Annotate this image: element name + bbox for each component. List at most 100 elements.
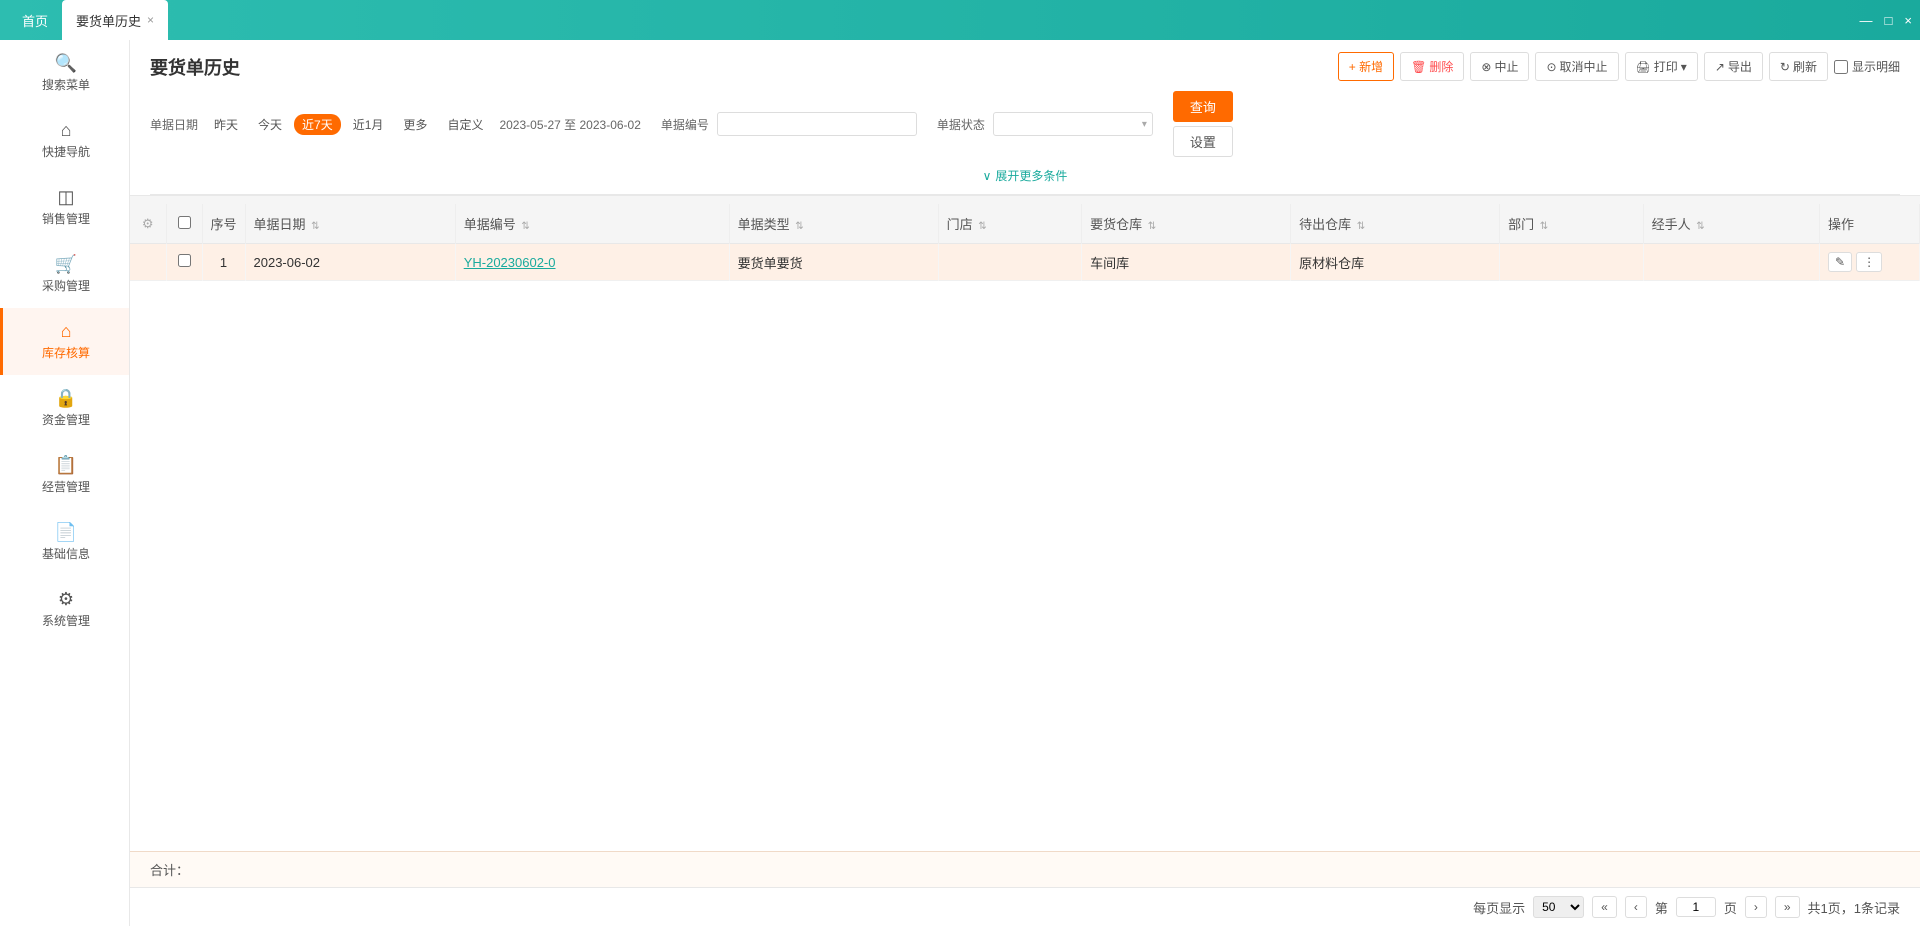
td-department	[1500, 244, 1644, 281]
doc-number-input[interactable]	[717, 112, 917, 136]
date-option-1month[interactable]: 近1月	[345, 114, 392, 135]
export-button[interactable]: ↗ 导出	[1704, 52, 1763, 81]
table-header-row: ⚙ 序号 单据日期 ⇅ 单据编号	[130, 204, 1920, 244]
sidebar-item-label: 基础信息	[42, 545, 90, 562]
tab-close-btn[interactable]: ×	[147, 13, 154, 27]
th-req-warehouse[interactable]: 要货仓库 ⇅	[1082, 204, 1291, 244]
sidebar-item-label: 经营管理	[42, 478, 90, 495]
th-department[interactable]: 部门 ⇅	[1500, 204, 1644, 244]
sidebar-item-system[interactable]: ⚙ 系统管理	[0, 576, 129, 643]
file-icon: 📄	[55, 523, 77, 541]
close-btn[interactable]: ×	[1904, 13, 1912, 28]
th-num: 序号	[202, 204, 245, 244]
chevron-down-icon: ∨	[983, 169, 992, 183]
per-page-select[interactable]: 20 50 100	[1533, 896, 1584, 918]
window-controls: — □ ×	[1860, 13, 1912, 28]
table-row: 1 2023-06-02 YH-20230602-0 要货单要货 车间库 原材料…	[130, 244, 1920, 281]
first-page-btn[interactable]: «	[1592, 896, 1617, 918]
last-page-btn[interactable]: »	[1775, 896, 1800, 918]
sidebar-item-label: 系统管理	[42, 612, 90, 629]
per-page-label: 每页显示	[1473, 898, 1525, 917]
lock-icon: 🔒	[55, 389, 77, 407]
sidebar-item-sales[interactable]: ◫ 销售管理	[0, 174, 129, 241]
cancel-stop-button[interactable]: ⊙ 取消中止	[1535, 52, 1618, 81]
sort-handler-icon: ⇅	[1696, 221, 1704, 232]
row-edit-btn[interactable]: ✎	[1828, 252, 1852, 272]
pagination-summary: 共1页，1条记录	[1808, 898, 1900, 917]
page-header: 要货单历史 + 新增 🗑 删除 ⊗ 中止 ⊙ 取消中止	[130, 40, 1920, 196]
minimize-btn[interactable]: —	[1860, 13, 1873, 28]
next-page-btn[interactable]: ›	[1745, 896, 1767, 918]
doc-status-select[interactable]	[993, 112, 1153, 136]
td-handler	[1643, 244, 1819, 281]
doc-number-filter-group: 单据编号	[661, 112, 917, 136]
stop-icon: ⊗	[1481, 60, 1491, 74]
date-option-today[interactable]: 今天	[250, 114, 290, 135]
sidebar-item-search[interactable]: 🔍 搜索菜单	[0, 40, 129, 107]
filter-row-1: 单据日期 昨天 今天 近7天 近1月 更多 自定义 2023-05-27 至 2…	[150, 91, 1900, 157]
sidebar-item-shortcuts[interactable]: ⌂ 快捷导航	[0, 107, 129, 174]
filter-area: 单据日期 昨天 今天 近7天 近1月 更多 自定义 2023-05-27 至 2…	[150, 91, 1900, 195]
refresh-button[interactable]: ↻ 刷新	[1769, 52, 1828, 81]
prev-page-btn[interactable]: ‹	[1625, 896, 1647, 918]
page-title-bar: 要货单历史 + 新增 🗑 删除 ⊗ 中止 ⊙ 取消中止	[150, 52, 1900, 81]
th-store[interactable]: 门店 ⇅	[938, 204, 1082, 244]
date-option-more[interactable]: 更多	[395, 114, 435, 135]
print-button[interactable]: 🖨 打印 ▾	[1625, 52, 1698, 81]
search-icon: 🔍	[55, 54, 77, 72]
query-button[interactable]: 查询	[1173, 91, 1233, 122]
settings-button[interactable]: 设置	[1173, 126, 1233, 157]
main-table: ⚙ 序号 单据日期 ⇅ 单据编号	[130, 204, 1920, 281]
tab-home[interactable]: 首页	[8, 0, 62, 40]
display-detail-checkbox[interactable]	[1834, 60, 1848, 74]
date-option-custom[interactable]: 自定义	[439, 114, 491, 135]
sort-doctype-icon: ⇅	[795, 221, 803, 232]
stop-button[interactable]: ⊗ 中止	[1470, 52, 1529, 81]
maximize-btn[interactable]: □	[1885, 13, 1893, 28]
td-settings	[130, 244, 166, 281]
table-wrapper: ⚙ 序号 单据日期 ⇅ 单据编号	[130, 204, 1920, 851]
top-bar: 首页 要货单历史 × — □ ×	[0, 0, 1920, 40]
select-all-checkbox[interactable]	[178, 216, 191, 229]
td-num: 1	[202, 244, 245, 281]
table-footer: 合计：	[130, 851, 1920, 887]
th-handler[interactable]: 经手人 ⇅	[1643, 204, 1819, 244]
expand-more-btn[interactable]: ∨ 展开更多条件	[983, 167, 1068, 184]
doc-icon: 📋	[55, 456, 77, 474]
sidebar-item-inventory[interactable]: ⌂ 库存核算	[0, 308, 129, 375]
new-button[interactable]: + 新增	[1338, 52, 1394, 81]
delete-button[interactable]: 🗑 删除	[1400, 52, 1464, 81]
doc-num-link[interactable]: YH-20230602-0	[464, 255, 556, 270]
column-settings-icon[interactable]: ⚙	[142, 216, 154, 231]
tab-active[interactable]: 要货单历史 ×	[62, 0, 168, 40]
row-checkbox[interactable]	[178, 254, 191, 267]
sort-dept-icon: ⇅	[1540, 221, 1548, 232]
content-area: 要货单历史 + 新增 🗑 删除 ⊗ 中止 ⊙ 取消中止	[130, 40, 1920, 926]
sidebar-item-purchase[interactable]: 🛒 采购管理	[0, 241, 129, 308]
date-filter-label: 单据日期	[150, 116, 198, 133]
th-checkbox	[166, 204, 202, 244]
td-doc-type: 要货单要货	[729, 244, 938, 281]
gear-icon: ⚙	[58, 590, 74, 608]
date-option-yesterday[interactable]: 昨天	[206, 114, 246, 135]
th-pending-warehouse[interactable]: 待出仓库 ⇅	[1291, 204, 1500, 244]
sort-reqwh-icon: ⇅	[1148, 221, 1156, 232]
date-option-7days[interactable]: 近7天	[294, 114, 341, 135]
sidebar-item-basic[interactable]: 📄 基础信息	[0, 509, 129, 576]
sort-pendingwh-icon: ⇅	[1357, 221, 1365, 232]
sidebar-item-label: 资金管理	[42, 411, 90, 428]
td-date: 2023-06-02	[245, 244, 455, 281]
jump-label: 第	[1655, 898, 1668, 917]
display-detail-label[interactable]: 显示明细	[1834, 58, 1900, 75]
row-more-btn[interactable]: ⋮	[1856, 252, 1882, 272]
sort-docnum-icon: ⇅	[521, 221, 529, 232]
print-dropdown-icon: ▾	[1681, 60, 1687, 74]
pagination-bar: 每页显示 20 50 100 « ‹ 第 页 › » 共1页，1条记录	[130, 887, 1920, 926]
th-doc-num[interactable]: 单据编号 ⇅	[455, 204, 729, 244]
doc-status-label: 单据状态	[937, 116, 985, 133]
sidebar-item-operations[interactable]: 📋 经营管理	[0, 442, 129, 509]
th-date[interactable]: 单据日期 ⇅	[245, 204, 455, 244]
th-doc-type[interactable]: 单据类型 ⇅	[729, 204, 938, 244]
sidebar-item-finance[interactable]: 🔒 资金管理	[0, 375, 129, 442]
page-input[interactable]	[1676, 897, 1716, 917]
